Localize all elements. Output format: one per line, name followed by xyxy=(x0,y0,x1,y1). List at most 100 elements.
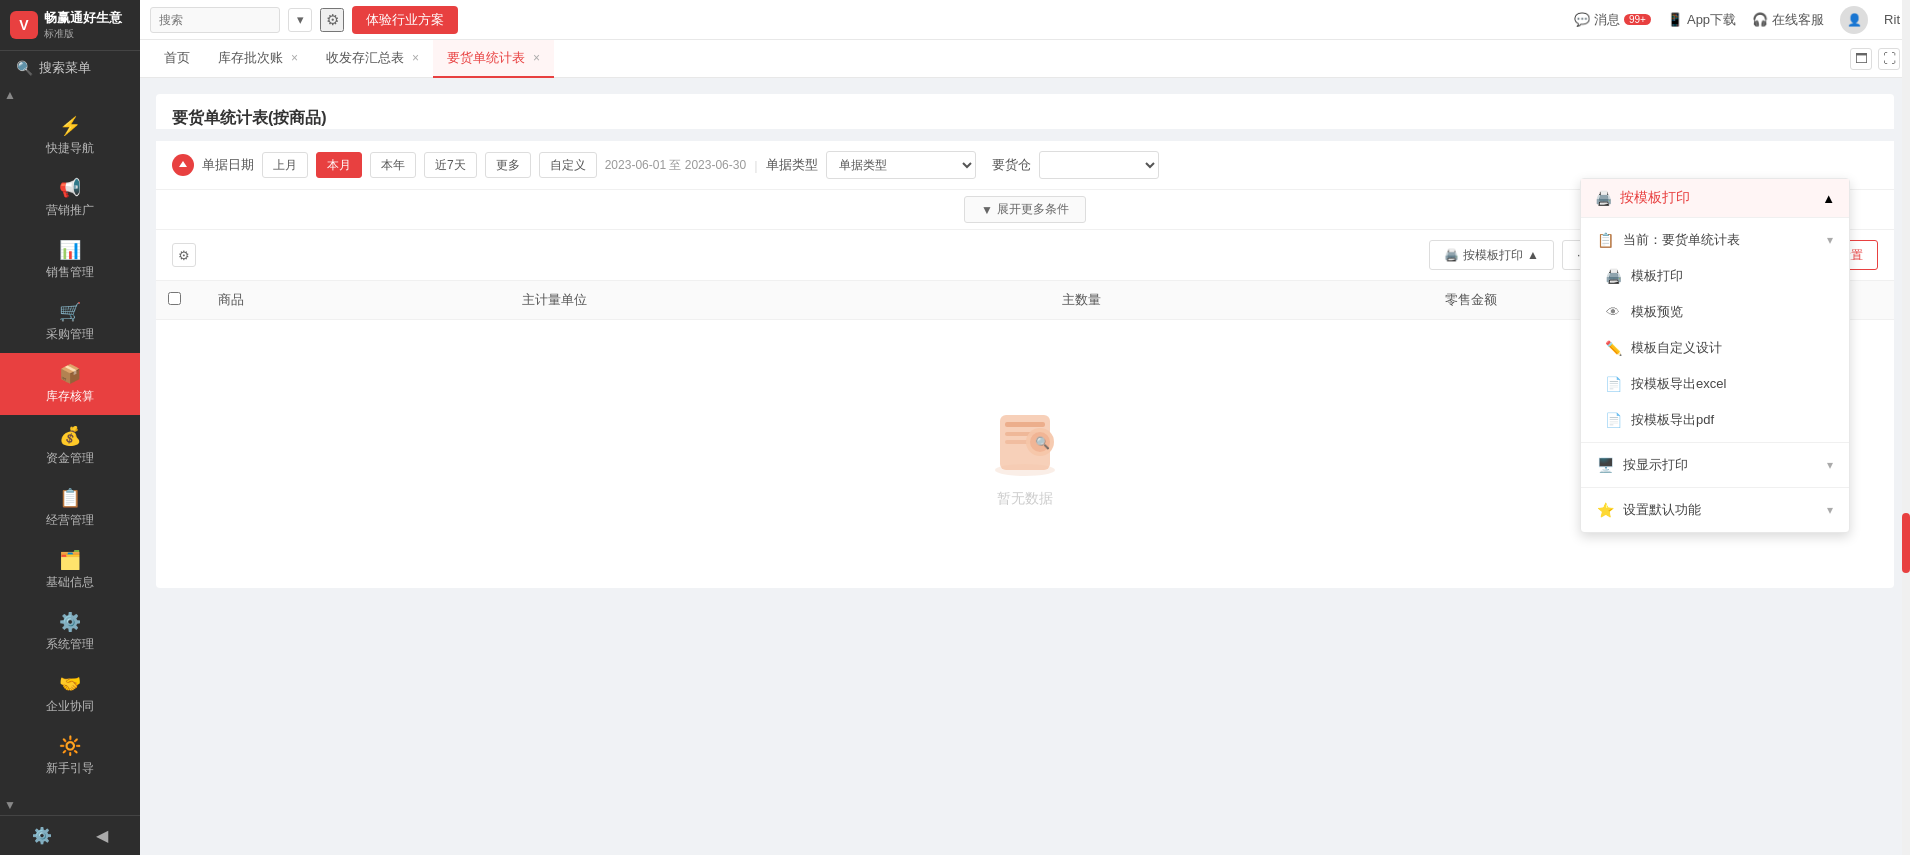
print-menu-template-custom[interactable]: ✏️ 模板自定义设计 xyxy=(1581,330,1849,366)
export-pdf-icon: 📄 xyxy=(1605,412,1621,428)
tab-order-stats-close[interactable]: × xyxy=(533,51,540,65)
tab-home[interactable]: 首页 xyxy=(150,40,204,78)
right-scrollbar[interactable] xyxy=(1902,0,1910,855)
print-dropdown-close-icon[interactable]: ▲ xyxy=(1822,191,1835,206)
svg-rect-3 xyxy=(1005,422,1045,427)
system-icon: ⚙️ xyxy=(59,611,81,633)
col-goods: 商品 xyxy=(206,281,510,320)
sidebar-bottom: ⚙️ ◀ xyxy=(0,815,140,855)
print-chevron-up-icon: ▲ xyxy=(1527,248,1539,262)
print-dropdown-body: 📋 当前：要货单统计表 ▾ 🖨️ 模板打印 👁 模板预览 ✏️ 模板自定义设计 xyxy=(1581,218,1849,532)
export-excel-icon: 📄 xyxy=(1605,376,1621,392)
date-custom-button[interactable]: 自定义 xyxy=(539,152,597,178)
sidebar-scroll-down[interactable]: ▼ xyxy=(0,795,20,815)
app-download-button[interactable]: 📱 App下载 xyxy=(1667,11,1736,29)
dropdown-divider-1 xyxy=(1581,442,1849,443)
sidebar-item-inventory[interactable]: 📦 库存核算 xyxy=(0,353,140,415)
tab-batch-account-close[interactable]: × xyxy=(291,51,298,65)
date-this-year-button[interactable]: 本年 xyxy=(370,152,416,178)
trial-button[interactable]: 体验行业方案 xyxy=(352,6,458,34)
col-checkbox xyxy=(156,281,206,320)
search-dropdown-button[interactable]: ▾ xyxy=(288,8,312,32)
sidebar-item-purchase[interactable]: 🛒 采购管理 xyxy=(0,291,140,353)
inventory-icon: 📦 xyxy=(59,363,81,385)
date-this-month-button[interactable]: 本月 xyxy=(316,152,362,178)
sidebar-item-apps[interactable]: 🔲 应用中心 xyxy=(0,787,140,795)
sidebar-item-finance[interactable]: 💰 资金管理 xyxy=(0,415,140,477)
tab-maximize-button[interactable]: 🗖 xyxy=(1850,48,1872,70)
basic-icon: 🗂️ xyxy=(59,549,81,571)
sidebar-item-system[interactable]: ⚙️ 系统管理 xyxy=(0,601,140,663)
export-pdf-label: 按模板导出pdf xyxy=(1631,411,1833,429)
logo-icon: V xyxy=(10,11,38,39)
sidebar-item-marketing[interactable]: 📢 营销推广 xyxy=(0,167,140,229)
print-dropdown-title-group: 🖨️ 按模板打印 xyxy=(1595,189,1690,207)
print-menu-template-preview[interactable]: 👁 模板预览 xyxy=(1581,294,1849,330)
table-settings-icon[interactable]: ⚙ xyxy=(172,243,196,267)
print-menu-current[interactable]: 📋 当前：要货单统计表 ▾ xyxy=(1581,222,1849,258)
print-dropdown-header-icon: 🖨️ xyxy=(1595,190,1612,206)
type-filter-select[interactable]: 单据类型 xyxy=(826,151,976,179)
main-area: ▾ ⚙ 体验行业方案 💬 消息 99+ 📱 App下载 🎧 在线客服 👤 Rit… xyxy=(140,0,1910,855)
tab-batch-account[interactable]: 库存批次账 × xyxy=(204,40,312,78)
collapse-icon[interactable]: ◀ xyxy=(96,826,108,845)
select-all-checkbox[interactable] xyxy=(168,292,181,305)
default-func-icon: ⭐ xyxy=(1597,502,1613,518)
date-recent7-button[interactable]: 近7天 xyxy=(424,152,477,178)
expand-more-button[interactable]: ▼ 展开更多条件 xyxy=(964,196,1086,223)
content-area: 要货单统计表(按商品) 单据日期 上月 本月 本年 近7天 更多 自定义 202… xyxy=(140,78,1910,855)
date-more-button[interactable]: 更多 xyxy=(485,152,531,178)
message-icon: 💬 xyxy=(1574,12,1590,27)
template-print-icon: 🖨️ xyxy=(1605,268,1621,284)
print-menu-default-func[interactable]: ⭐ 设置默认功能 ▾ xyxy=(1581,492,1849,528)
sidebar-item-basic[interactable]: 🗂️ 基础信息 xyxy=(0,539,140,601)
online-service-button[interactable]: 🎧 在线客服 xyxy=(1752,11,1824,29)
print-menu-export-excel[interactable]: 📄 按模板导出excel xyxy=(1581,366,1849,402)
template-preview-icon: 👁 xyxy=(1605,304,1621,320)
top-bar-right: 💬 消息 99+ 📱 App下载 🎧 在线客服 👤 Rit xyxy=(1574,6,1900,34)
sidebar-item-guide[interactable]: 🔆 新手引导 xyxy=(0,725,140,787)
date-prev-month-button[interactable]: 上月 xyxy=(262,152,308,178)
filter-expand-button[interactable] xyxy=(172,154,194,176)
messages-button[interactable]: 💬 消息 99+ xyxy=(1574,11,1651,29)
type-filter-label: 单据类型 xyxy=(766,156,818,174)
tab-receipt-summary[interactable]: 收发存汇总表 × xyxy=(312,40,433,78)
col-unit: 主计量单位 xyxy=(510,281,1050,320)
tabs-right-buttons: 🗖 ⛶ xyxy=(1850,48,1900,70)
current-template-icon: 📋 xyxy=(1597,232,1613,248)
settings-icon[interactable]: ⚙️ xyxy=(32,826,52,845)
print-dropdown-title: 按模板打印 xyxy=(1620,189,1690,207)
svg-text:🔍: 🔍 xyxy=(1035,435,1050,450)
template-preview-label: 模板预览 xyxy=(1631,303,1833,321)
sidebar-item-sales[interactable]: 📊 销售管理 xyxy=(0,229,140,291)
scrollbar-thumb[interactable] xyxy=(1902,513,1910,573)
top-gear-button[interactable]: ⚙ xyxy=(320,8,344,32)
tab-fullscreen-button[interactable]: ⛶ xyxy=(1878,48,1900,70)
print-dropdown-header[interactable]: 🖨️ 按模板打印 ▲ xyxy=(1581,179,1849,218)
expand-down-icon: ▼ xyxy=(981,203,993,217)
sales-icon: 📊 xyxy=(59,239,81,261)
print-menu-display-print[interactable]: 🖥️ 按显示打印 ▾ xyxy=(1581,447,1849,483)
sidebar-item-enterprise[interactable]: 🤝 企业协同 xyxy=(0,663,140,725)
sidebar-search[interactable]: 🔍 搜索菜单 xyxy=(0,51,140,85)
sidebar-scroll-up[interactable]: ▲ xyxy=(0,85,20,105)
user-avatar[interactable]: 👤 xyxy=(1840,6,1868,34)
tab-receipt-summary-close[interactable]: × xyxy=(412,51,419,65)
display-print-label: 按显示打印 xyxy=(1623,456,1817,474)
page-title: 要货单统计表(按商品) xyxy=(172,108,1878,129)
col-quantity: 主数量 xyxy=(1050,281,1433,320)
goods-filter-label: 要货仓 xyxy=(992,156,1031,174)
sidebar-item-quick-nav[interactable]: ⚡ 快捷导航 xyxy=(0,105,140,167)
goods-filter-select[interactable] xyxy=(1039,151,1159,179)
print-menu-export-pdf[interactable]: 📄 按模板导出pdf xyxy=(1581,402,1849,438)
dropdown-divider-2 xyxy=(1581,487,1849,488)
search-input[interactable] xyxy=(150,7,280,33)
sidebar-item-operations[interactable]: 📋 经营管理 xyxy=(0,477,140,539)
print-template-button[interactable]: 🖨️ 按模板打印 ▲ xyxy=(1429,240,1554,270)
enterprise-icon: 🤝 xyxy=(59,673,81,695)
date-filter-label: 单据日期 xyxy=(202,156,254,174)
print-menu-template-print[interactable]: 🖨️ 模板打印 xyxy=(1581,258,1849,294)
svg-marker-0 xyxy=(179,161,187,167)
sidebar-nav: ⚡ 快捷导航 📢 营销推广 📊 销售管理 🛒 采购管理 📦 库存核算 💰 资金管… xyxy=(0,105,140,795)
tab-order-stats[interactable]: 要货单统计表 × xyxy=(433,40,554,78)
